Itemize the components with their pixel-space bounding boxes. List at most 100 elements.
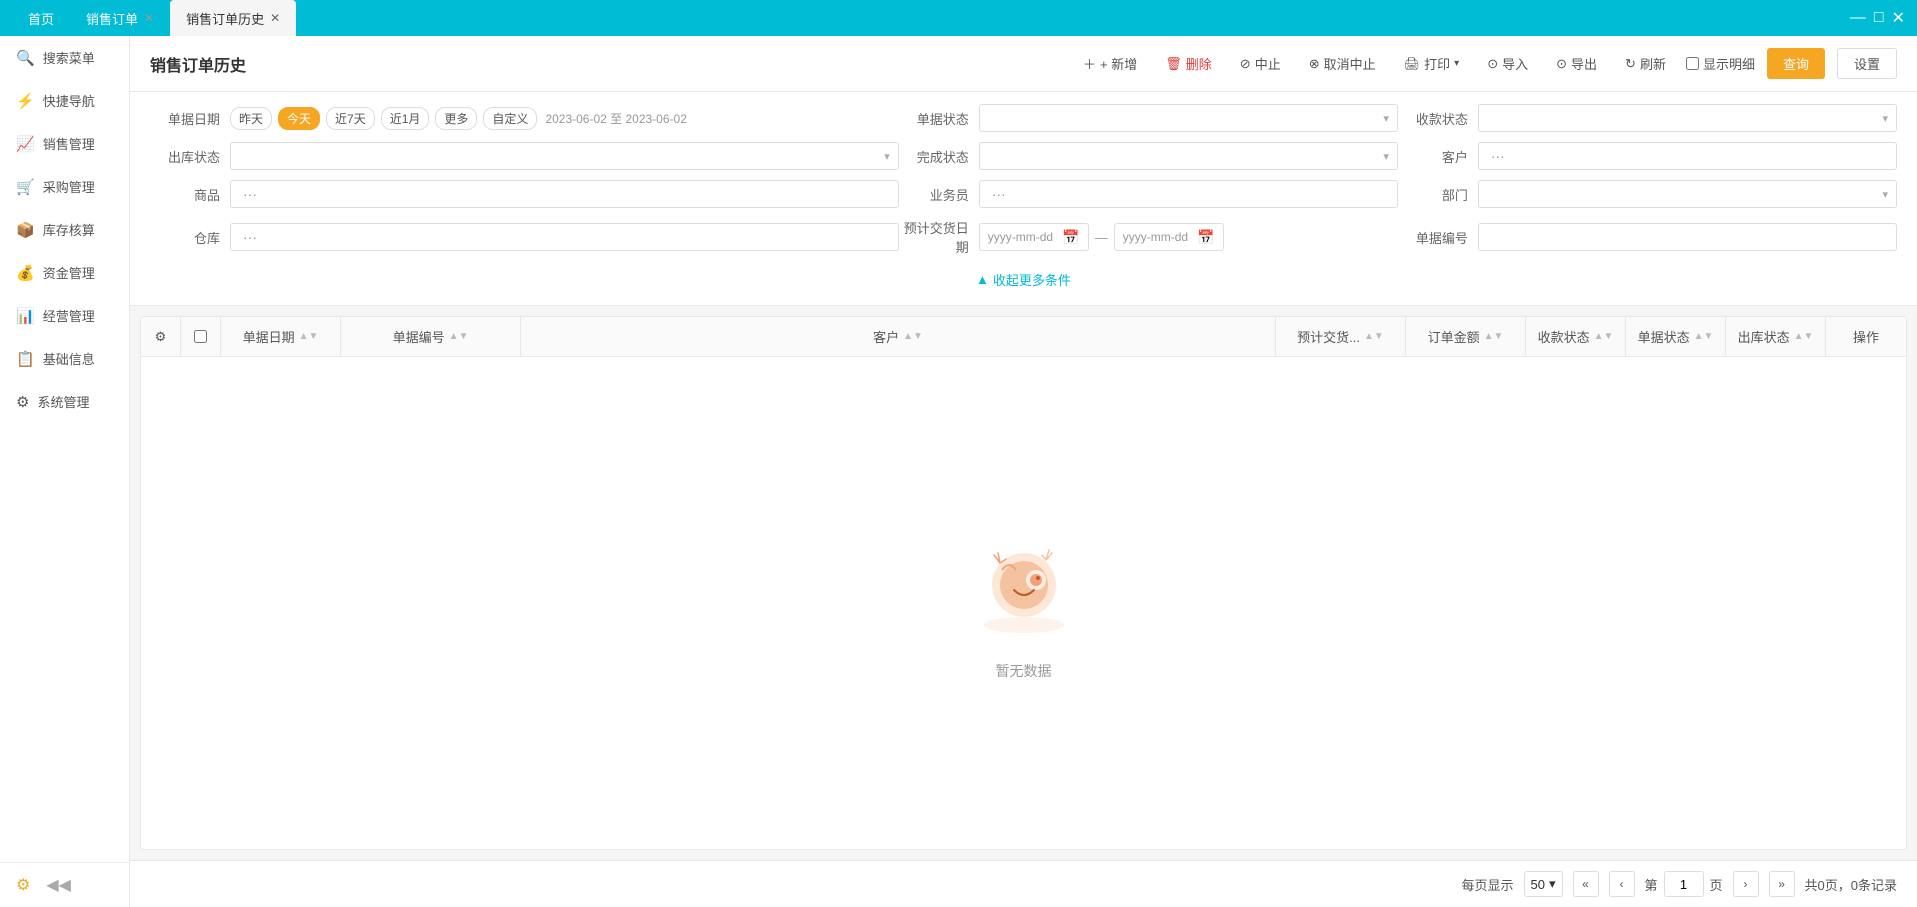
customer-input[interactable]: ··· (1478, 142, 1897, 170)
warehouse-input[interactable]: ··· (230, 223, 899, 251)
pagination: 每页显示 50 ▾ « ‹ 第 页 › » 共0页，0条记录 (130, 860, 1917, 907)
tab-sales-order-history[interactable]: 销售订单历史 ✕ (170, 0, 296, 36)
sidebar-item-quick-nav[interactable]: ⚡ 快捷导航 (0, 79, 129, 122)
setting-btn[interactable]: 设置 (1837, 48, 1897, 79)
customer-ellipsis-icon[interactable]: ··· (1491, 148, 1505, 164)
sidebar-item-basic-info[interactable]: 📋 基础信息 (0, 337, 129, 380)
sidebar-settings-icon[interactable]: ⚙ (16, 875, 30, 895)
bill-num-label: 单据编号 (1398, 228, 1478, 247)
sort-customer-icon[interactable]: ▲▼ (903, 332, 923, 342)
sidebar-item-operation-mgmt[interactable]: 📊 经营管理 (0, 294, 129, 337)
calendar-end-icon[interactable]: 📅 (1197, 229, 1214, 246)
select-all-checkbox[interactable] (194, 330, 207, 343)
date-btn-7days[interactable]: 近7天 (326, 107, 375, 130)
tab-sales-order-close[interactable]: ✕ (144, 11, 154, 25)
salesman-ellipsis-icon[interactable]: ··· (992, 186, 1006, 202)
sort-out-status-icon[interactable]: ▲▼ (1794, 332, 1814, 342)
sort-pay-status-icon[interactable]: ▲▼ (1594, 332, 1614, 342)
maximize-icon[interactable]: □ (1874, 9, 1884, 27)
goods-ellipsis-icon[interactable]: ··· (243, 186, 257, 202)
first-page-btn[interactable]: « (1573, 871, 1599, 897)
th-amount[interactable]: 订单金额 ▲▼ (1406, 317, 1526, 356)
date-btn-custom[interactable]: 自定义 (483, 107, 537, 130)
delivery-date-start[interactable]: yyyy-mm-dd 📅 (979, 223, 1089, 251)
goods-input[interactable]: ··· (230, 180, 899, 208)
th-customer[interactable]: 客户 ▲▼ (521, 317, 1276, 356)
refresh-btn[interactable]: ↻ 刷新 (1617, 50, 1674, 77)
th-bill-date[interactable]: 单据日期 ▲▼ (221, 317, 341, 356)
delete-btn[interactable]: 🗑 删除 (1157, 50, 1220, 77)
close-window-icon[interactable]: ✕ (1892, 8, 1905, 28)
tab-sales-order-history-close[interactable]: ✕ (270, 11, 280, 25)
settings-gear-icon[interactable]: ⚙ (155, 329, 167, 345)
date-btn-yesterday[interactable]: 昨天 (230, 107, 272, 130)
query-btn[interactable]: 查询 (1767, 48, 1825, 79)
th-pay-status[interactable]: 收款状态 ▲▼ (1526, 317, 1626, 356)
new-btn[interactable]: ＋ + 新增 (1075, 50, 1145, 77)
cancel-stop-btn[interactable]: ⊗ 取消中止 (1301, 50, 1384, 77)
sidebar-item-search-menu[interactable]: 🔍 搜索菜单 (0, 36, 129, 79)
th-checkbox[interactable] (181, 317, 221, 356)
page-info: 第 页 (1645, 871, 1723, 897)
pay-status-select[interactable]: ▾ (1478, 104, 1897, 132)
tab-sales-order-label: 销售订单 (86, 9, 138, 28)
date-btn-1month[interactable]: 近1月 (381, 107, 430, 130)
filter-area: 单据日期 昨天 今天 近7天 近1月 更多 自定义 2023-06-02 至 2… (130, 92, 1917, 306)
th-settings[interactable]: ⚙ (141, 317, 181, 356)
delivery-date-end-placeholder: yyyy-mm-dd (1123, 230, 1188, 244)
th-delivery[interactable]: 预计交货... ▲▼ (1276, 317, 1406, 356)
th-bill-status[interactable]: 单据状态 ▲▼ (1626, 317, 1726, 356)
th-bill-num-label: 单据编号 (393, 327, 445, 346)
th-pay-status-label: 收款状态 (1538, 327, 1590, 346)
bill-status-select[interactable]: ▾ (979, 104, 1398, 132)
sidebar: 🔍 搜索菜单 ⚡ 快捷导航 📈 销售管理 🛒 采购管理 📦 库存核算 💰 资金管… (0, 36, 130, 907)
sidebar-item-finance-mgmt[interactable]: 💰 资金管理 (0, 251, 129, 294)
display-detail-checkbox[interactable] (1686, 57, 1699, 70)
collapse-btn[interactable]: ▲ 收起更多条件 (976, 270, 1071, 289)
customer-label: 客户 (1398, 147, 1478, 166)
bill-num-input[interactable] (1478, 223, 1897, 251)
collapse-row: ▲ 收起更多条件 (150, 266, 1897, 293)
salesman-input[interactable]: ··· (979, 180, 1398, 208)
date-btn-more[interactable]: 更多 (435, 107, 477, 130)
tab-sales-order[interactable]: 销售订单 ✕ (70, 0, 170, 36)
finance-mgmt-icon: 💰 (16, 264, 35, 282)
sort-delivery-icon[interactable]: ▲▼ (1364, 332, 1384, 342)
last-page-btn[interactable]: » (1769, 871, 1795, 897)
calendar-start-icon[interactable]: 📅 (1062, 229, 1079, 246)
export-btn[interactable]: ⊙ 导出 (1548, 50, 1605, 77)
complete-status-select[interactable]: ▾ (979, 142, 1398, 170)
print-btn[interactable]: 🖨 打印 ▾ (1396, 50, 1468, 77)
import-btn[interactable]: ⊙ 导入 (1479, 50, 1536, 77)
dept-select[interactable]: ▾ (1478, 180, 1897, 208)
empty-text: 暂无数据 (996, 661, 1052, 681)
tab-home[interactable]: 首页 (12, 0, 70, 36)
sort-bill-status-icon[interactable]: ▲▼ (1694, 332, 1714, 342)
sort-amount-icon[interactable]: ▲▼ (1484, 332, 1504, 342)
warehouse-ellipsis-icon[interactable]: ··· (243, 229, 257, 245)
sort-bill-num-icon[interactable]: ▲▼ (449, 332, 469, 342)
sort-bill-date-icon[interactable]: ▲▼ (299, 332, 319, 342)
minimize-icon[interactable]: — (1850, 9, 1866, 27)
out-status-select[interactable]: ▾ (230, 142, 899, 170)
th-out-status[interactable]: 出库状态 ▲▼ (1726, 317, 1826, 356)
filter-dept-col: 部门 ▾ (1398, 180, 1897, 208)
page-number-input[interactable] (1664, 871, 1704, 897)
sidebar-item-inventory-calc[interactable]: 📦 库存核算 (0, 208, 129, 251)
operation-mgmt-icon: 📊 (16, 307, 35, 325)
sidebar-item-system-mgmt[interactable]: ⚙ 系统管理 (0, 380, 129, 423)
salesman-label: 业务员 (899, 185, 979, 204)
display-detail-check[interactable]: 显示明细 (1686, 54, 1755, 73)
delivery-date-end[interactable]: yyyy-mm-dd 📅 (1114, 223, 1224, 251)
prev-page-btn[interactable]: ‹ (1609, 871, 1635, 897)
stop-btn[interactable]: ⊘ 中止 (1232, 50, 1289, 77)
sidebar-item-purchase-mgmt[interactable]: 🛒 采购管理 (0, 165, 129, 208)
page-size-select[interactable]: 50 ▾ (1524, 871, 1563, 897)
date-btn-today[interactable]: 今天 (278, 107, 320, 130)
sidebar-collapse-icon[interactable]: ◀◀ (46, 875, 71, 895)
filter-warehouse-col: 仓库 ··· (150, 223, 899, 251)
print-icon: 🖨 (1404, 56, 1421, 72)
th-bill-num[interactable]: 单据编号 ▲▼ (341, 317, 521, 356)
next-page-btn[interactable]: › (1733, 871, 1759, 897)
sidebar-item-sales-mgmt[interactable]: 📈 销售管理 (0, 122, 129, 165)
